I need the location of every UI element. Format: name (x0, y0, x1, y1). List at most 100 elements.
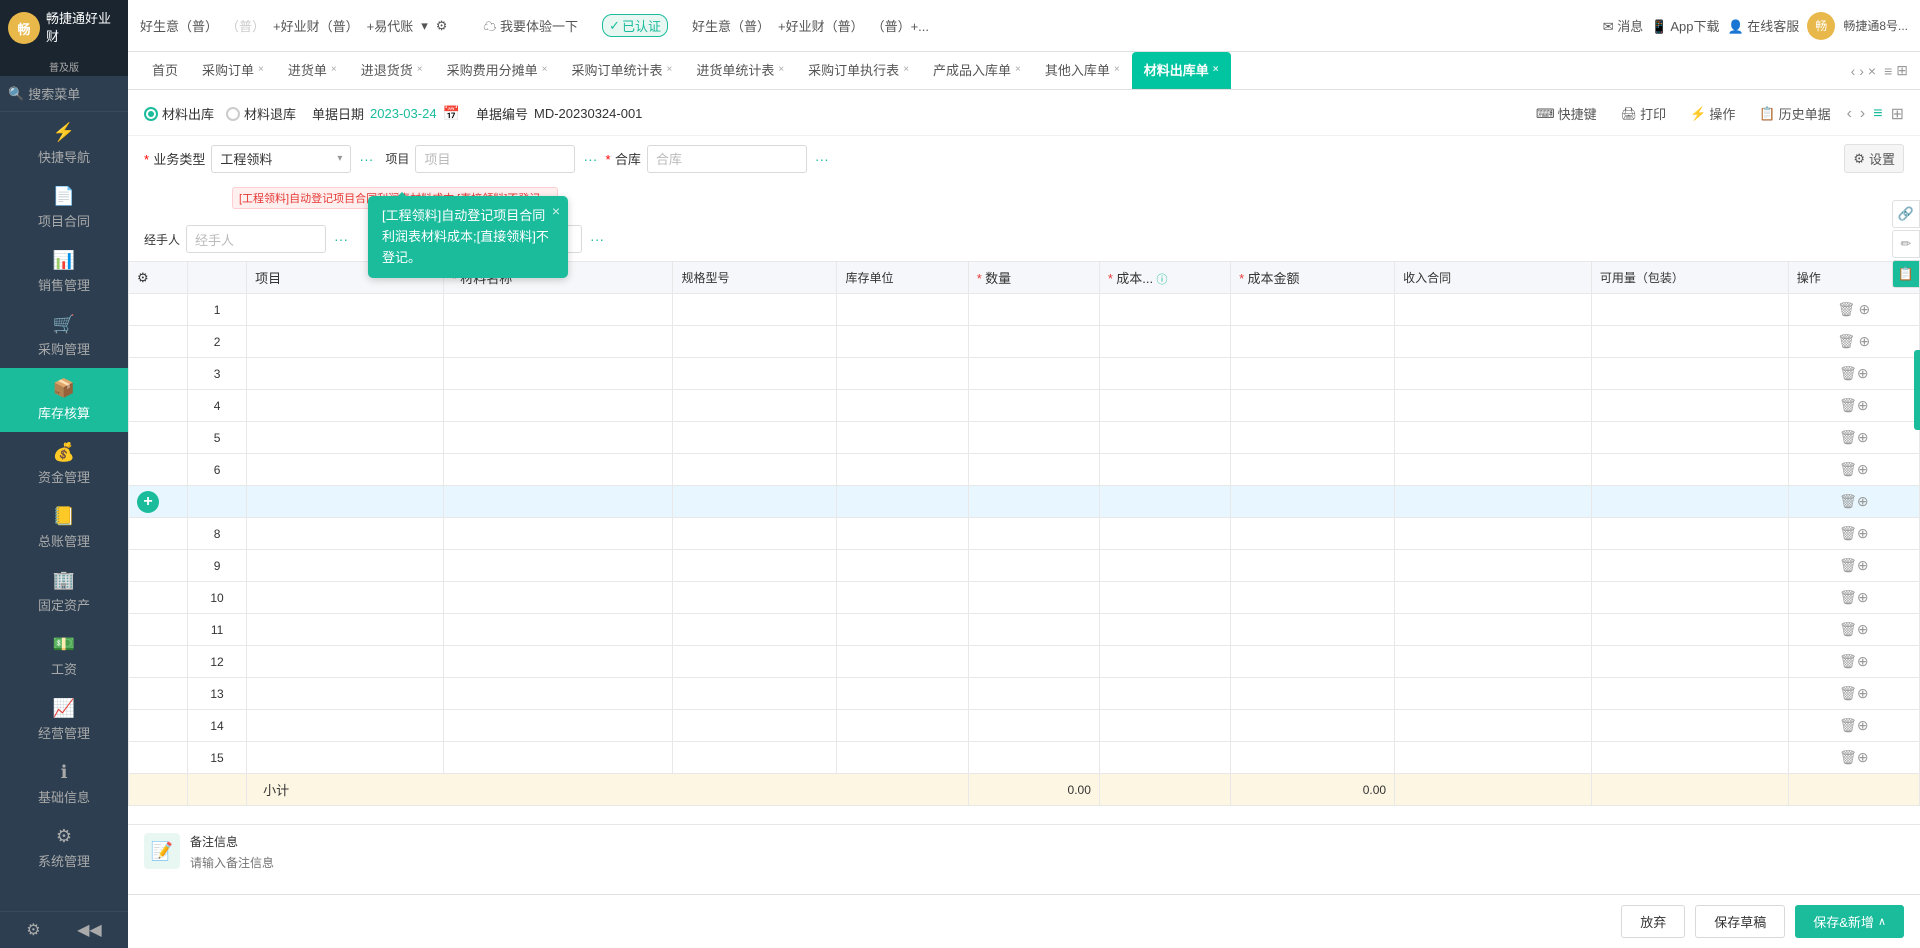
tab-material-outstock[interactable]: 材料出库单 × (1132, 52, 1231, 90)
cell-project-input-7[interactable] (255, 495, 435, 509)
tab-close-all-btn[interactable]: × (1868, 63, 1876, 79)
history-btn[interactable]: 📋 历史单据 (1751, 100, 1838, 127)
cell-cost-2[interactable] (1099, 326, 1230, 358)
sidebar-search[interactable]: 🔍 搜索菜单 (0, 76, 128, 112)
project-dots[interactable]: ··· (583, 151, 597, 167)
tab-other-instock-close[interactable]: × (1114, 64, 1120, 75)
copy-icon-4[interactable]: ⊕ (1857, 397, 1869, 413)
cell-cost-1[interactable] (1099, 294, 1230, 326)
tab-other-instock[interactable]: 其他入库单 × (1033, 52, 1132, 90)
radio-material-return[interactable]: 材料退库 (226, 104, 296, 123)
copy-icon-14[interactable]: ⊕ (1857, 717, 1869, 733)
copy-icon-9[interactable]: ⊕ (1857, 557, 1869, 573)
cell-cost-amt-2[interactable] (1231, 326, 1395, 358)
sidebar-item-fundmanage[interactable]: 💰 资金管理 (0, 432, 128, 496)
delete-icon-8[interactable]: 🗑 (1839, 525, 1857, 541)
shortcut-btn[interactable]: ⌨ 快捷键 (1528, 100, 1605, 127)
tab-incoming-return-close[interactable]: × (417, 64, 423, 75)
sidebar-item-basicinfo[interactable]: ℹ 基础信息 (0, 752, 128, 816)
sidebar-item-fixedassets[interactable]: 🏢 固定资产 (0, 560, 128, 624)
topbar-link-haoyecai2[interactable]: +好业财（普） (778, 16, 864, 35)
th-settings[interactable]: ⚙ (129, 262, 188, 294)
cell-material-2[interactable] (443, 326, 673, 358)
tab-view-toggle-list[interactable]: ≡ (1884, 63, 1892, 79)
cell-project-1[interactable] (247, 294, 444, 326)
tab-next-btn[interactable]: › (1859, 63, 1864, 79)
settings-btn[interactable]: ⚙ 设置 (1844, 144, 1904, 173)
save-draft-button[interactable]: 保存草稿 (1695, 905, 1785, 938)
delete-icon-13[interactable]: 🗑 (1839, 685, 1857, 701)
save-new-button[interactable]: 保存&新增 ∧ (1795, 905, 1904, 938)
user-avatar[interactable]: 畅 (1807, 12, 1835, 40)
sidebar-collapse-btn[interactable]: ◀◀ (77, 920, 102, 940)
delete-icon-4[interactable]: 🗑 (1839, 397, 1857, 413)
topbar-dropdown-btn[interactable]: ▾ (421, 18, 428, 34)
message-btn[interactable]: ✉ 消息 (1603, 16, 1644, 35)
right-tool-link[interactable]: 🔗 (1892, 200, 1920, 228)
cell-available-1[interactable] (1591, 294, 1788, 326)
tab-prev-btn[interactable]: ‹ (1851, 63, 1856, 79)
discard-button[interactable]: 放弃 (1621, 905, 1685, 938)
sidebar-item-ledger[interactable]: 📒 总账管理 (0, 496, 128, 560)
th-cost-info-icon[interactable]: ⓘ (1156, 274, 1167, 286)
income-contract-dots[interactable]: ··· (590, 231, 604, 247)
right-tool-edit[interactable]: ✏ (1892, 230, 1920, 258)
cell-unit-1[interactable] (837, 294, 968, 326)
cell-unit-2[interactable] (837, 326, 968, 358)
cell-material-1[interactable] (443, 294, 673, 326)
tab-incoming-close[interactable]: × (331, 64, 337, 75)
copy-icon-10[interactable]: ⊕ (1857, 589, 1869, 605)
tab-finished-instock[interactable]: 产成品入库单 × (921, 52, 1033, 90)
print-btn[interactable]: 🖨 打印 (1613, 100, 1675, 127)
handler-dots[interactable]: ··· (334, 231, 348, 247)
cell-spec-1[interactable] (673, 294, 837, 326)
delete-icon-12[interactable]: 🗑 (1839, 653, 1857, 669)
tab-purchase-exec[interactable]: 采购订单执行表 × (796, 52, 921, 90)
tab-purchase-expense[interactable]: 采购费用分摊单 × (435, 52, 560, 90)
sidebar-settings-btn[interactable]: ⚙ (26, 920, 40, 940)
delete-icon-1[interactable]: 🗑 (1837, 301, 1855, 317)
user-name[interactable]: 畅捷通8号... (1843, 17, 1908, 34)
sidebar-item-purchasemanage[interactable]: 🛒 采购管理 (0, 304, 128, 368)
copy-icon-11[interactable]: ⊕ (1857, 621, 1869, 637)
topbar-link-haoshenyi[interactable]: 好生意（普） (140, 16, 218, 35)
tab-purchase-stats[interactable]: 采购订单统计表 × (559, 52, 684, 90)
cell-material-input-7[interactable] (452, 495, 665, 509)
copy-icon-6[interactable]: ⊕ (1857, 461, 1869, 477)
topbar-experience-link[interactable]: ☁ 我要体验一下 (483, 16, 578, 35)
topbar-link-more[interactable]: （普）+... (872, 16, 929, 35)
cell-income-1[interactable] (1395, 294, 1592, 326)
view-list-btn[interactable]: ≡ (1873, 105, 1882, 123)
copy-icon-13[interactable]: ⊕ (1857, 685, 1869, 701)
add-row-button[interactable]: + (137, 491, 159, 513)
sidebar-item-quicknav[interactable]: ⚡ 快捷导航 (0, 112, 128, 176)
app-download-btn[interactable]: 📱 App下载 (1651, 16, 1719, 35)
delete-icon-15[interactable]: 🗑 (1839, 749, 1857, 765)
tab-home[interactable]: 首页 (140, 52, 190, 90)
warehouse-dots[interactable]: ··· (815, 151, 829, 167)
radio-material-outstock[interactable]: 材料出库 (144, 104, 214, 123)
sidebar-item-sysmanage[interactable]: ⚙ 系统管理 (0, 816, 128, 880)
copy-icon-7[interactable]: ⊕ (1857, 493, 1869, 509)
delete-icon-5[interactable]: 🗑 (1839, 429, 1857, 445)
copy-icon-12[interactable]: ⊕ (1857, 653, 1869, 669)
topbar-link-yidaizhang[interactable]: +易代账 (367, 16, 414, 35)
sidebar-item-projectcontract[interactable]: 📄 项目合同 (0, 176, 128, 240)
topbar-settings-btn[interactable]: ⚙ (436, 18, 448, 34)
delete-icon-9[interactable]: 🗑 (1839, 557, 1857, 573)
nav-prev-btn[interactable]: ‹ (1847, 105, 1852, 123)
sidebar-item-operations[interactable]: 📈 经营管理 (0, 688, 128, 752)
tab-incoming-stats[interactable]: 进货单统计表 × (684, 52, 796, 90)
online-service-btn[interactable]: 👤 在线客服 (1727, 16, 1799, 35)
sidebar-item-inventory[interactable]: 📦 库存核算 (0, 368, 128, 432)
topbar-link-haoyecai[interactable]: +好业财（普） (273, 16, 359, 35)
tab-finished-instock-close[interactable]: × (1015, 64, 1021, 75)
cell-spec-2[interactable] (673, 326, 837, 358)
warehouse-input[interactable]: 合库 (647, 145, 807, 173)
view-grid-btn[interactable]: ⊞ (1891, 104, 1904, 124)
sidebar-item-salesmanage[interactable]: 📊 销售管理 (0, 240, 128, 304)
project-input[interactable]: 项目 (415, 145, 575, 173)
cell-qty-1[interactable] (968, 294, 1099, 326)
handler-input[interactable]: 经手人 (186, 225, 326, 253)
notes-input[interactable] (190, 854, 345, 882)
